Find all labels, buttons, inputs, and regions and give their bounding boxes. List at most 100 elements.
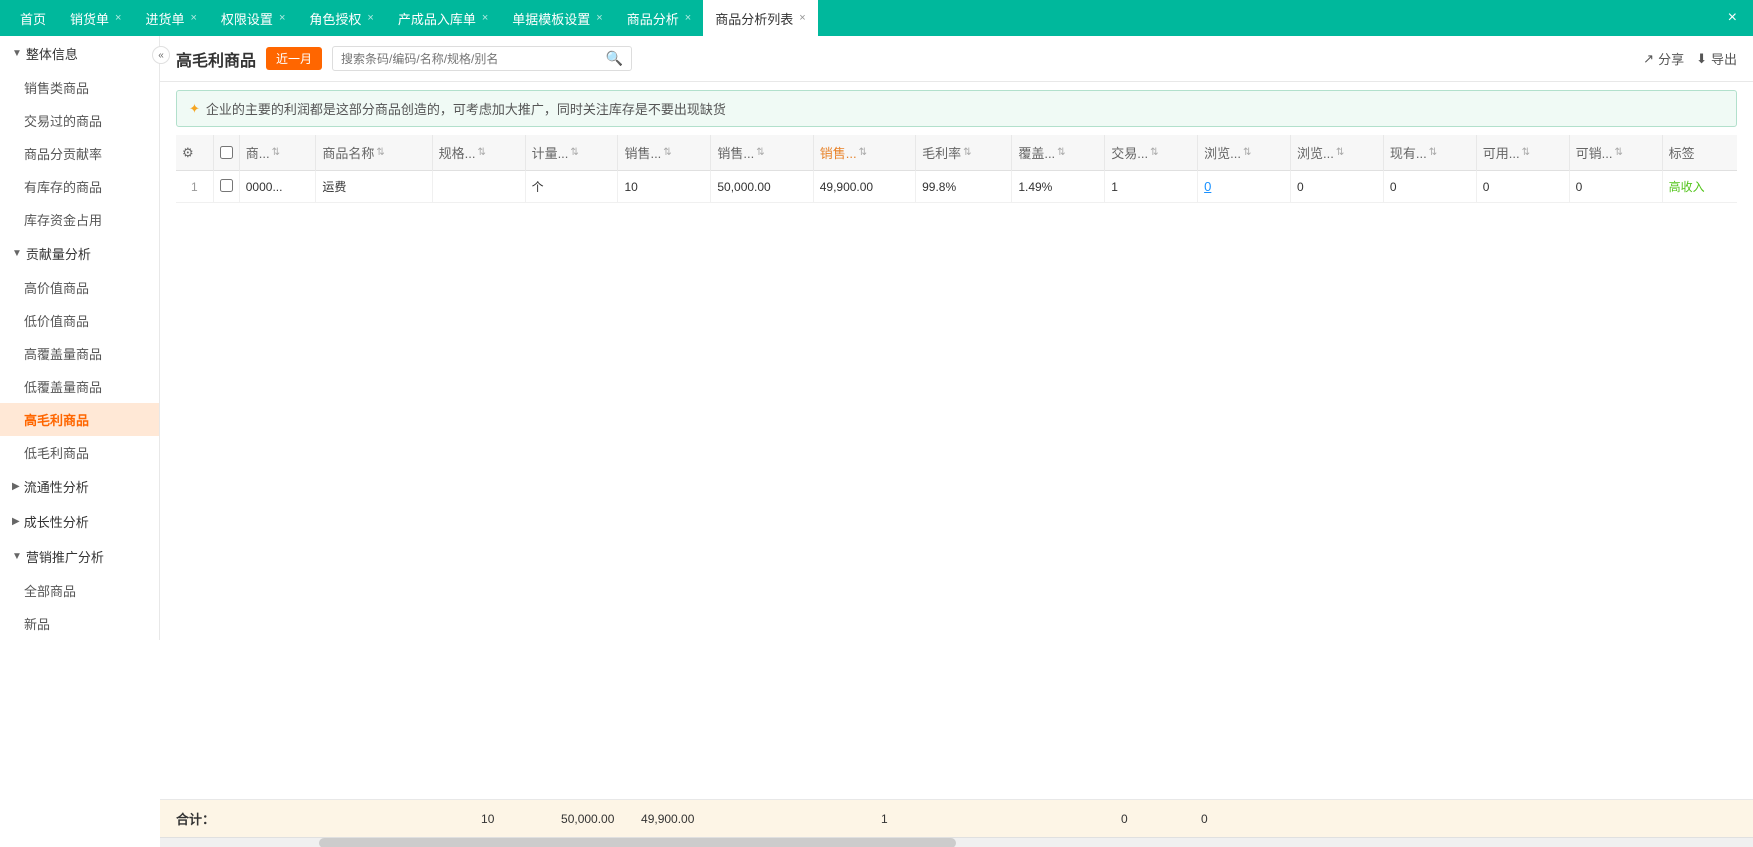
sidebar-item-low-coverage[interactable]: 低覆盖量商品 <box>0 370 159 403</box>
nav-tab-roles[interactable]: 角色授权 × <box>297 0 385 36</box>
close-icon[interactable]: × <box>596 12 602 24</box>
cell-tag: 高收入 <box>1662 171 1737 203</box>
footer-trade: 1 <box>875 812 955 826</box>
nav-tab-permissions[interactable]: 权限设置 × <box>209 0 297 36</box>
sidebar-group-contribution[interactable]: ▼ 贡献量分析 <box>0 236 159 271</box>
col-checkbox[interactable] <box>213 135 239 171</box>
nav-tab-production[interactable]: 产成品入库单 × <box>386 0 500 36</box>
cell-unit: 个 <box>525 171 618 203</box>
cell-spec <box>432 171 525 203</box>
col-spec[interactable]: 规格...⇅ <box>432 135 525 171</box>
nav-tab-template[interactable]: 单据模板设置 × <box>500 0 614 36</box>
col-gross-margin[interactable]: 毛利率⇅ <box>916 135 1012 171</box>
close-all-tabs-button[interactable]: × <box>1720 9 1745 27</box>
collapse-arrow-icon: ▶ <box>12 481 20 492</box>
cell-view1[interactable]: 0 <box>1198 171 1291 203</box>
cell-code: 0000... <box>239 171 316 203</box>
sidebar-item-traded-goods[interactable]: 交易过的商品 <box>0 104 159 137</box>
footer-current: 0 <box>1115 812 1195 826</box>
sidebar-collapse-button[interactable]: « <box>152 46 170 64</box>
search-box[interactable]: 🔍 <box>332 46 632 71</box>
nav-tab-sales[interactable]: 销货单 × <box>58 0 133 36</box>
cell-sale-amount: 50,000.00 <box>711 171 813 203</box>
collapse-arrow-icon: ▼ <box>12 248 22 259</box>
data-table-wrapper[interactable]: ⚙ 商...⇅ 商品名称⇅ 规格...⇅ 计量...⇅ 销售...⇅ 销售...… <box>160 135 1753 799</box>
sidebar-item-stock-funds[interactable]: 库存资金占用 <box>0 203 159 236</box>
close-icon[interactable]: × <box>190 12 196 24</box>
sidebar-group-growth[interactable]: ▶ 成长性分析 <box>0 504 159 539</box>
share-icon: ↗ <box>1643 51 1654 67</box>
col-trade[interactable]: 交易...⇅ <box>1105 135 1198 171</box>
footer-cell-spacer1 <box>235 812 475 826</box>
cell-coverage: 1.49% <box>1012 171 1105 203</box>
col-name[interactable]: 商品名称⇅ <box>316 135 432 171</box>
cell-checkbox[interactable] <box>213 171 239 203</box>
close-icon[interactable]: × <box>115 12 121 24</box>
nav-tab-analysis[interactable]: 商品分析 × <box>615 0 703 36</box>
sidebar: ▼ 整体信息 销售类商品 交易过的商品 商品分贡献率 有库存的商品 库存资金占用… <box>0 36 160 640</box>
export-button[interactable]: ⬇ 导出 <box>1696 49 1737 68</box>
cell-current: 0 <box>1383 171 1476 203</box>
col-settings[interactable]: ⚙ <box>176 135 213 171</box>
nav-tab-home[interactable]: 首页 <box>8 0 58 36</box>
footer-sale-qty: 10 <box>475 812 555 826</box>
search-input[interactable] <box>341 52 606 66</box>
close-icon[interactable]: × <box>279 12 285 24</box>
sidebar-item-contribution-rate[interactable]: 商品分贡献率 <box>0 137 159 170</box>
share-button[interactable]: ↗ 分享 <box>1643 49 1684 68</box>
data-table: ⚙ 商...⇅ 商品名称⇅ 规格...⇅ 计量...⇅ 销售...⇅ 销售...… <box>176 135 1737 203</box>
content-area: 高毛利商品 近一月 🔍 ↗ 分享 ⬇ 导出 ✦ 企业的主要的利润都是这部分商品创… <box>160 36 1753 847</box>
close-icon[interactable]: × <box>482 12 488 24</box>
filter-recent-month-button[interactable]: 近一月 <box>266 47 322 70</box>
col-coverage[interactable]: 覆盖...⇅ <box>1012 135 1105 171</box>
collapse-arrow-icon: ▼ <box>12 48 22 59</box>
nav-tab-purchase[interactable]: 进货单 × <box>133 0 208 36</box>
cell-trade: 1 <box>1105 171 1198 203</box>
sidebar-item-low-margin[interactable]: 低毛利商品 <box>0 436 159 469</box>
col-view1[interactable]: 浏览...⇅ <box>1198 135 1291 171</box>
col-saleable[interactable]: 可销...⇅ <box>1569 135 1662 171</box>
cell-name: 运费 <box>316 171 432 203</box>
sidebar-item-high-value[interactable]: 高价值商品 <box>0 271 159 304</box>
col-code[interactable]: 商...⇅ <box>239 135 316 171</box>
info-banner: ✦ 企业的主要的利润都是这部分商品创造的，可考虑加大推广，同时关注库存是不要出现… <box>176 90 1737 127</box>
close-icon[interactable]: × <box>367 12 373 24</box>
sidebar-item-high-coverage[interactable]: 高覆盖量商品 <box>0 337 159 370</box>
col-sale-cost[interactable]: 销售...⇅ <box>813 135 915 171</box>
scrollbar-thumb[interactable] <box>319 838 956 847</box>
col-current[interactable]: 现有...⇅ <box>1383 135 1476 171</box>
sidebar-item-in-stock[interactable]: 有库存的商品 <box>0 170 159 203</box>
col-sale-amount[interactable]: 销售...⇅ <box>711 135 813 171</box>
sidebar-group-marketing[interactable]: ▼ 营销推广分析 <box>0 539 159 574</box>
horizontal-scrollbar[interactable] <box>160 837 1753 847</box>
sidebar-item-high-margin[interactable]: 高毛利商品 <box>0 403 159 436</box>
close-icon[interactable]: × <box>685 12 691 24</box>
action-buttons: ↗ 分享 ⬇ 导出 <box>1643 49 1737 68</box>
content-header: 高毛利商品 近一月 🔍 ↗ 分享 ⬇ 导出 <box>160 36 1753 82</box>
collapse-arrow-icon: ▶ <box>12 516 20 527</box>
footer-spacer4 <box>955 812 1035 826</box>
col-unit[interactable]: 计量...⇅ <box>525 135 618 171</box>
cell-usable: 0 <box>1476 171 1569 203</box>
sidebar-group-overall[interactable]: ▼ 整体信息 <box>0 36 159 71</box>
col-usable[interactable]: 可用...⇅ <box>1476 135 1569 171</box>
search-icon[interactable]: 🔍 <box>606 50 623 67</box>
sidebar-item-new-goods[interactable]: 新品 <box>0 607 159 640</box>
sidebar-group-liquidity[interactable]: ▶ 流通性分析 <box>0 469 159 504</box>
nav-tab-analysis-list[interactable]: 商品分析列表 × <box>703 0 817 36</box>
footer-sale-amount: 50,000.00 <box>555 812 635 826</box>
col-tag[interactable]: 标签 <box>1662 135 1737 171</box>
cell-gross-margin: 99.8% <box>916 171 1012 203</box>
close-icon[interactable]: × <box>799 12 805 24</box>
sidebar-item-low-value[interactable]: 低价值商品 <box>0 304 159 337</box>
footer-values: 10 50,000.00 49,900.00 1 0 0 <box>235 812 1737 826</box>
table-header-row: ⚙ 商...⇅ 商品名称⇅ 规格...⇅ 计量...⇅ 销售...⇅ 销售...… <box>176 135 1737 171</box>
select-all-checkbox[interactable] <box>220 146 233 159</box>
page-title: 高毛利商品 <box>176 47 256 71</box>
row-checkbox[interactable] <box>220 179 233 192</box>
sidebar-item-all-goods[interactable]: 全部商品 <box>0 574 159 607</box>
footer-spacer5 <box>1035 812 1115 826</box>
sidebar-item-sales-goods[interactable]: 销售类商品 <box>0 71 159 104</box>
col-view2[interactable]: 浏览...⇅ <box>1291 135 1384 171</box>
col-sale-qty[interactable]: 销售...⇅ <box>618 135 711 171</box>
